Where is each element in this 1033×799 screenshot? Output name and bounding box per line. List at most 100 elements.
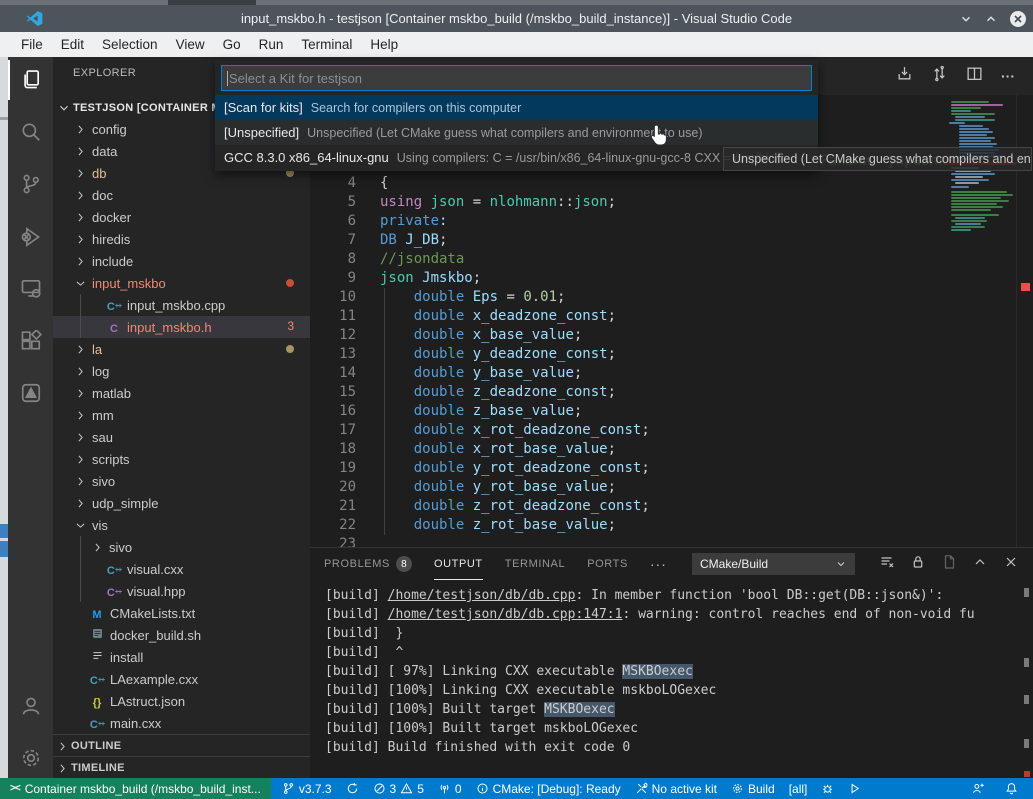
file-input_mskbo.h[interactable]: Cinput_mskbo.h 3	[53, 316, 310, 338]
folder-sau[interactable]: sau	[53, 426, 310, 448]
maximize-button[interactable]	[982, 10, 1000, 28]
line-number: 22	[339, 517, 356, 533]
file-icon-h: C	[110, 322, 118, 335]
close-icon[interactable]	[1003, 554, 1019, 575]
folder-vis[interactable]: vis	[53, 514, 310, 536]
search-icon[interactable]	[8, 112, 53, 152]
status-item-debug[interactable]	[816, 778, 839, 799]
panel-tab-terminal[interactable]: TERMINAL	[505, 549, 565, 580]
file-link[interactable]: /home/testjson/db/db.cpp:147:1	[388, 607, 623, 622]
account-icon[interactable]	[8, 686, 53, 726]
file-link[interactable]: /home/testjson/db/db.cpp	[388, 588, 576, 603]
menu-run[interactable]: Run	[250, 32, 293, 57]
tree-item-label: LAstruct.json	[110, 693, 186, 709]
folder-la[interactable]: la	[53, 338, 310, 360]
outline-section[interactable]: OUTLINE	[53, 734, 310, 757]
build-download-icon[interactable]	[896, 65, 913, 87]
quick-pick-input[interactable]: Select a Kit for testjson	[221, 65, 812, 91]
status-item-active-kit[interactable]: No active kit	[630, 778, 722, 799]
folder-matlab[interactable]: matlab	[53, 382, 310, 404]
status-item-git-branch[interactable]: v3.7.3	[277, 778, 337, 799]
file-LAexample.cxx[interactable]: C ++ LAexample.cxx	[53, 668, 310, 690]
code-line-22: 22 double z_rot_base_value;	[310, 516, 1010, 535]
folder-sivo[interactable]: sivo	[53, 470, 310, 492]
folder-doc[interactable]: doc	[53, 184, 310, 206]
status-item-notifications[interactable]	[1000, 778, 1023, 799]
status-item-cmake-build[interactable]: Build	[726, 778, 780, 799]
menu-terminal[interactable]: Terminal	[292, 32, 361, 57]
file-main.cxx[interactable]: C ++ main.cxx	[53, 712, 310, 734]
panel-tab-label: OUTPUT	[433, 557, 483, 570]
remote-indicator[interactable]: >< Container mskbo_build (/mskbo_build_i…	[0, 778, 271, 799]
files-icon[interactable]	[8, 60, 53, 100]
chevron-up-icon[interactable]	[972, 554, 988, 575]
window-title: input_mskbo.h - testjson [Container mskb…	[240, 11, 793, 26]
panel-tabs: PROBLEMS 8 OUTPUT TERMINAL PORTS ···	[324, 548, 667, 580]
folder-input_mskbo[interactable]: input_mskbo	[53, 272, 310, 294]
folder-include[interactable]: include	[53, 250, 310, 272]
switch-header-source-icon[interactable]	[931, 65, 948, 87]
debug-icon[interactable]	[8, 217, 53, 257]
extensions-icon[interactable]	[8, 321, 53, 361]
file-LAstruct.json[interactable]: {} LAstruct.json	[53, 690, 310, 712]
menu-edit[interactable]: Edit	[52, 32, 93, 57]
file-visual.cxx[interactable]: C ++ visual.cxx	[53, 558, 310, 580]
timeline-section[interactable]: TIMELINE	[53, 756, 310, 778]
panel-tab-problems[interactable]: PROBLEMS 8	[324, 549, 412, 580]
tree-item-label: udp_simple	[92, 495, 159, 511]
split-editor-icon[interactable]	[966, 65, 983, 87]
panel-tab-output[interactable]: OUTPUT	[433, 548, 483, 580]
folder-log[interactable]: log	[53, 360, 310, 382]
folder-hiredis[interactable]: hiredis	[53, 228, 310, 250]
tree-item-label: input_mskbo	[92, 275, 166, 291]
file-install[interactable]: install	[53, 646, 310, 668]
more-actions-icon[interactable]: ···	[1001, 68, 1015, 84]
problems-badge: 3	[287, 319, 294, 333]
status-item-problems[interactable]: 35	[368, 778, 429, 799]
lock-icon[interactable]	[910, 554, 926, 575]
close-button[interactable]	[1009, 10, 1027, 28]
status-item-sync[interactable]	[341, 778, 364, 799]
panel-more-actions-icon[interactable]: ···	[650, 549, 667, 580]
menu-file[interactable]: File	[12, 32, 52, 57]
menu-selection[interactable]: Selection	[93, 32, 167, 57]
cmake-icon[interactable]	[8, 373, 53, 413]
line-number: 16	[339, 403, 356, 419]
menu-view[interactable]: View	[167, 32, 214, 57]
remote-explorer-icon[interactable]	[8, 268, 53, 308]
menu-go[interactable]: Go	[214, 32, 250, 57]
quick-pick-item[interactable]: [Unspecified] Unspecified (Let CMake gues…	[215, 120, 818, 145]
folder-sivo[interactable]: sivo	[53, 536, 310, 558]
quick-pick-item[interactable]: [Scan for kits] Search for compilers on t…	[215, 95, 818, 120]
panel-tab-ports[interactable]: PORTS	[587, 549, 628, 580]
tree-item-label: input_mskbo.h	[127, 319, 212, 335]
status-item-feedback[interactable]	[967, 778, 990, 799]
status-item-cmake-status[interactable]: CMake: [Debug]: Ready	[471, 778, 626, 799]
indent-guide	[80, 536, 81, 602]
git-status-dot	[286, 279, 294, 287]
menu-help[interactable]: Help	[361, 32, 407, 57]
file-docker_build.sh[interactable]: docker_build.sh	[53, 624, 310, 646]
background-window-left	[0, 57, 8, 778]
gear-icon[interactable]	[8, 738, 53, 778]
folder-udp_simple[interactable]: udp_simple	[53, 492, 310, 514]
status-item-build-target[interactable]: [all]	[784, 778, 813, 799]
output-file-icon[interactable]	[941, 554, 957, 575]
code-line-16: 16 double z_base_value;	[310, 402, 1010, 421]
status-item-broadcast[interactable]: 0	[433, 778, 467, 799]
status-item-launch[interactable]	[843, 778, 866, 799]
line-number: 7	[347, 232, 356, 248]
minimize-button[interactable]	[957, 10, 975, 28]
text-caret	[227, 70, 228, 86]
folder-mm[interactable]: mm	[53, 404, 310, 426]
code-text: double y_base_value;	[413, 365, 583, 381]
code-line-8: 8 //jsondata	[310, 250, 1010, 269]
file-CMakeLists.txt[interactable]: M CMakeLists.txt	[53, 602, 310, 624]
clear-output-icon[interactable]	[879, 554, 895, 575]
output-channel-select[interactable]: CMake/Build	[692, 553, 855, 575]
folder-scripts[interactable]: scripts	[53, 448, 310, 470]
source-control-icon[interactable]	[8, 164, 53, 204]
folder-docker[interactable]: docker	[53, 206, 310, 228]
file-visual.hpp[interactable]: C ++ visual.hpp	[53, 580, 310, 602]
file-input_mskbo.cpp[interactable]: C ++ input_mskbo.cpp	[53, 294, 310, 316]
